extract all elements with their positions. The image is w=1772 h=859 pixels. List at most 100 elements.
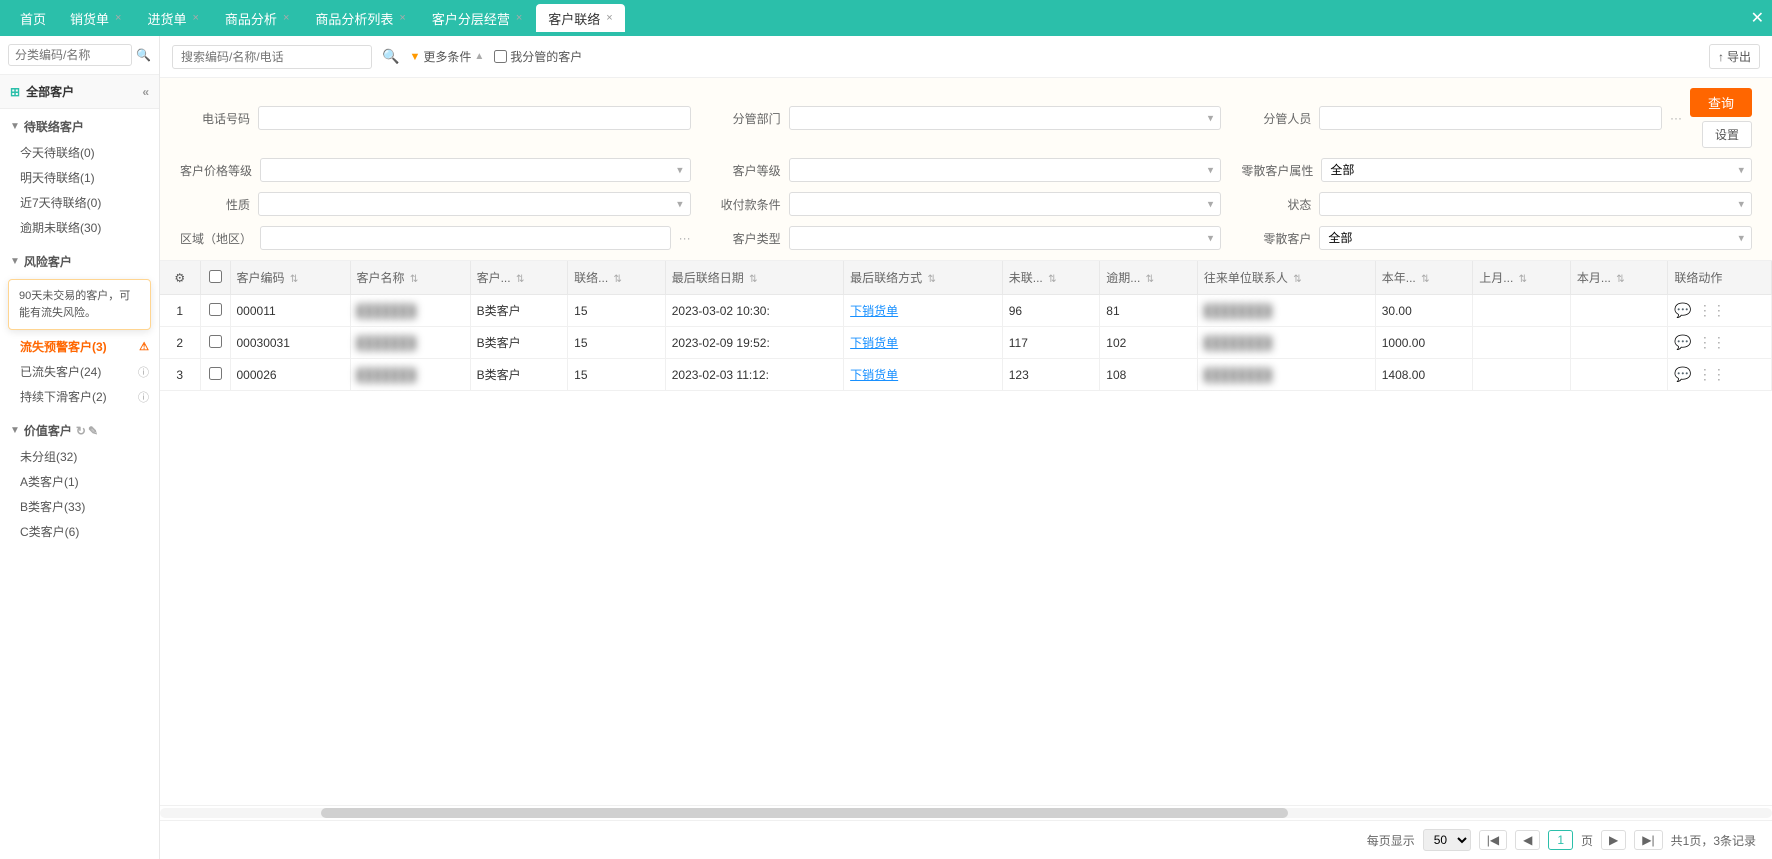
zero-customer-select[interactable]: 全部 (1319, 226, 1752, 250)
sidebar-collapse-button[interactable]: « (142, 85, 149, 99)
tab-analysis-list-close[interactable]: × (399, 12, 405, 24)
sort-overdue-icon[interactable]: ⇅ (1146, 274, 1154, 285)
horizontal-scrollbar[interactable] (160, 808, 1772, 818)
page-first-button[interactable]: |◀ (1479, 830, 1507, 850)
last-method-link[interactable]: 下销货单 (850, 368, 898, 382)
row-code: 00030031 (230, 327, 350, 359)
settings-icon[interactable]: ⚙ (174, 271, 185, 285)
export-button[interactable]: ↑ 导出 (1709, 44, 1760, 69)
page-next-button[interactable]: ▶ (1601, 830, 1626, 850)
sidebar-item-declining[interactable]: 持续下滑客户(2) ⓘ (0, 384, 159, 409)
sort-lastmonth-icon[interactable]: ⇅ (1519, 274, 1527, 285)
last-method-link[interactable]: 下销货单 (850, 336, 898, 350)
phone-input[interactable] (258, 106, 691, 130)
row-checkbox[interactable] (209, 367, 222, 380)
status-select[interactable] (1319, 192, 1752, 216)
row-action-more-icon[interactable]: ⋮⋮ (1698, 334, 1726, 351)
gender-select[interactable] (258, 192, 691, 216)
sidebar-group-risk: ▼ 风险客户 90天未交易的客户，可能有流失风险。 流失预警客户(3) ⚠ 已流… (0, 244, 159, 413)
row-action-chat-icon[interactable]: 💬 (1674, 366, 1691, 383)
payment-select[interactable] (789, 192, 1222, 216)
sidebar-item-c-class[interactable]: C类客户(6) (0, 519, 159, 544)
sidebar-group-risk-header[interactable]: ▼ 风险客户 (0, 248, 159, 275)
row-action-more-icon[interactable]: ⋮⋮ (1698, 366, 1726, 383)
tab-analysis-list[interactable]: 商品分析列表 × (303, 4, 417, 32)
row-overdue: 81 (1100, 295, 1198, 327)
sidebar-group-pending-header[interactable]: ▼ 待联络客户 (0, 113, 159, 140)
sidebar-item-churned[interactable]: 已流失客户(24) ⓘ (0, 359, 159, 384)
refresh-icon[interactable]: ↻ (76, 424, 86, 438)
sort-code-icon[interactable]: ⇅ (290, 274, 298, 285)
page-prev-button[interactable]: ◀ (1515, 830, 1540, 850)
window-close-button[interactable]: ✕ (1751, 8, 1764, 28)
filter-search-button[interactable]: 🔍 (382, 48, 399, 65)
sidebar-item-b-class[interactable]: B类客户(33) (0, 494, 159, 519)
filter-my-customers[interactable]: 我分管的客户 (494, 48, 582, 65)
query-button[interactable]: 查询 (1690, 88, 1752, 117)
tab-customer-tier-close[interactable]: × (516, 12, 522, 24)
row-checkbox[interactable] (209, 303, 222, 316)
filter-more-conditions[interactable]: ▼ 更多条件 ▲ (409, 48, 484, 65)
sidebar-item-churn-warning[interactable]: 流失预警客户(3) ⚠ (0, 334, 159, 359)
row-action-more-icon[interactable]: ⋮⋮ (1698, 302, 1726, 319)
manager-input[interactable] (1319, 106, 1662, 130)
sidebar-group-value-header[interactable]: ▼ 价值客户 ↻ ✎ (0, 417, 159, 444)
sidebar-item-7days[interactable]: 近7天待联络(0) (0, 190, 159, 215)
last-method-link[interactable]: 下销货单 (850, 304, 898, 318)
sidebar-item-a-class[interactable]: A类客户(1) (0, 469, 159, 494)
sidebar-search-icon[interactable]: 🔍 (136, 48, 151, 62)
tab-customer-link[interactable]: 客户联络 × (536, 4, 624, 32)
sort-type-icon[interactable]: ⇅ (516, 274, 524, 285)
row-action-chat-icon[interactable]: 💬 (1674, 302, 1691, 319)
manager-more-icon[interactable]: ··· (1670, 111, 1682, 125)
row-checkbox[interactable] (209, 335, 222, 348)
region-more-icon[interactable]: ··· (679, 231, 691, 245)
select-all-checkbox[interactable] (209, 270, 222, 283)
sort-nocontact-icon[interactable]: ⇅ (1048, 274, 1056, 285)
row-last-date: 2023-03-02 10:30: (665, 295, 843, 327)
tab-customer-tier[interactable]: 客户分层经营 × (420, 4, 534, 32)
tab-sales-close[interactable]: × (115, 12, 121, 24)
tab-home[interactable]: 首页 (8, 9, 58, 28)
sort-thisyear-icon[interactable]: ⇅ (1421, 274, 1429, 285)
filter-search-input[interactable] (172, 45, 372, 69)
dept-select[interactable] (789, 106, 1222, 130)
page-last-button[interactable]: ▶| (1634, 830, 1662, 850)
setting-button[interactable]: 设置 (1702, 121, 1752, 148)
col-header-settings: ⚙ (160, 261, 200, 295)
customer-type-select[interactable] (789, 226, 1222, 250)
page-size-select[interactable]: 50 (1423, 829, 1471, 851)
sort-lastdate-icon[interactable]: ⇅ (749, 274, 757, 285)
sort-name-icon[interactable]: ⇅ (410, 274, 418, 285)
sidebar-item-today[interactable]: 今天待联络(0) (0, 140, 159, 165)
tab-purchase-close[interactable]: × (192, 12, 198, 24)
row-last-date: 2023-02-09 19:52: (665, 327, 843, 359)
my-customers-checkbox[interactable] (494, 50, 507, 63)
sort-contact-icon[interactable]: ⇅ (614, 274, 622, 285)
row-action-chat-icon[interactable]: 💬 (1674, 334, 1691, 351)
scrollbar-thumb[interactable] (321, 808, 1288, 818)
edit-icon[interactable]: ✎ (88, 424, 98, 438)
tab-sales[interactable]: 销货单 × (58, 4, 133, 32)
sidebar-search-input[interactable] (8, 44, 132, 66)
tab-customer-link-close[interactable]: × (606, 12, 612, 24)
col-header-name: 客户名称 ⇅ (350, 261, 470, 295)
sort-thismonth-icon[interactable]: ⇅ (1616, 274, 1624, 285)
tab-analysis-close[interactable]: × (283, 12, 289, 24)
sidebar-all-customers[interactable]: ⊞ 全部客户 « (0, 75, 159, 109)
tier-select[interactable] (789, 158, 1222, 182)
row-no-contact: 117 (1002, 327, 1100, 359)
sidebar-item-ungrouped[interactable]: 未分组(32) (0, 444, 159, 469)
region-input[interactable] (260, 226, 671, 250)
sidebar-item-overdue[interactable]: 逾期未联络(30) (0, 215, 159, 240)
tab-purchase[interactable]: 进货单 × (135, 4, 210, 32)
sort-lastmethod-icon[interactable]: ⇅ (928, 274, 936, 285)
filter-row-phone: 电话号码 (180, 88, 691, 148)
zero-attr-select[interactable]: 全部 (1321, 158, 1752, 182)
sort-companycontact-icon[interactable]: ⇅ (1293, 274, 1301, 285)
price-tier-select[interactable] (260, 158, 691, 182)
phone-label: 电话号码 (180, 110, 250, 127)
tab-analysis[interactable]: 商品分析 × (213, 4, 301, 32)
content-area: 🔍 ▼ 更多条件 ▲ 我分管的客户 ↑ 导出 电话号码 分管部 (160, 36, 1772, 859)
sidebar-item-tomorrow[interactable]: 明天待联络(1) (0, 165, 159, 190)
